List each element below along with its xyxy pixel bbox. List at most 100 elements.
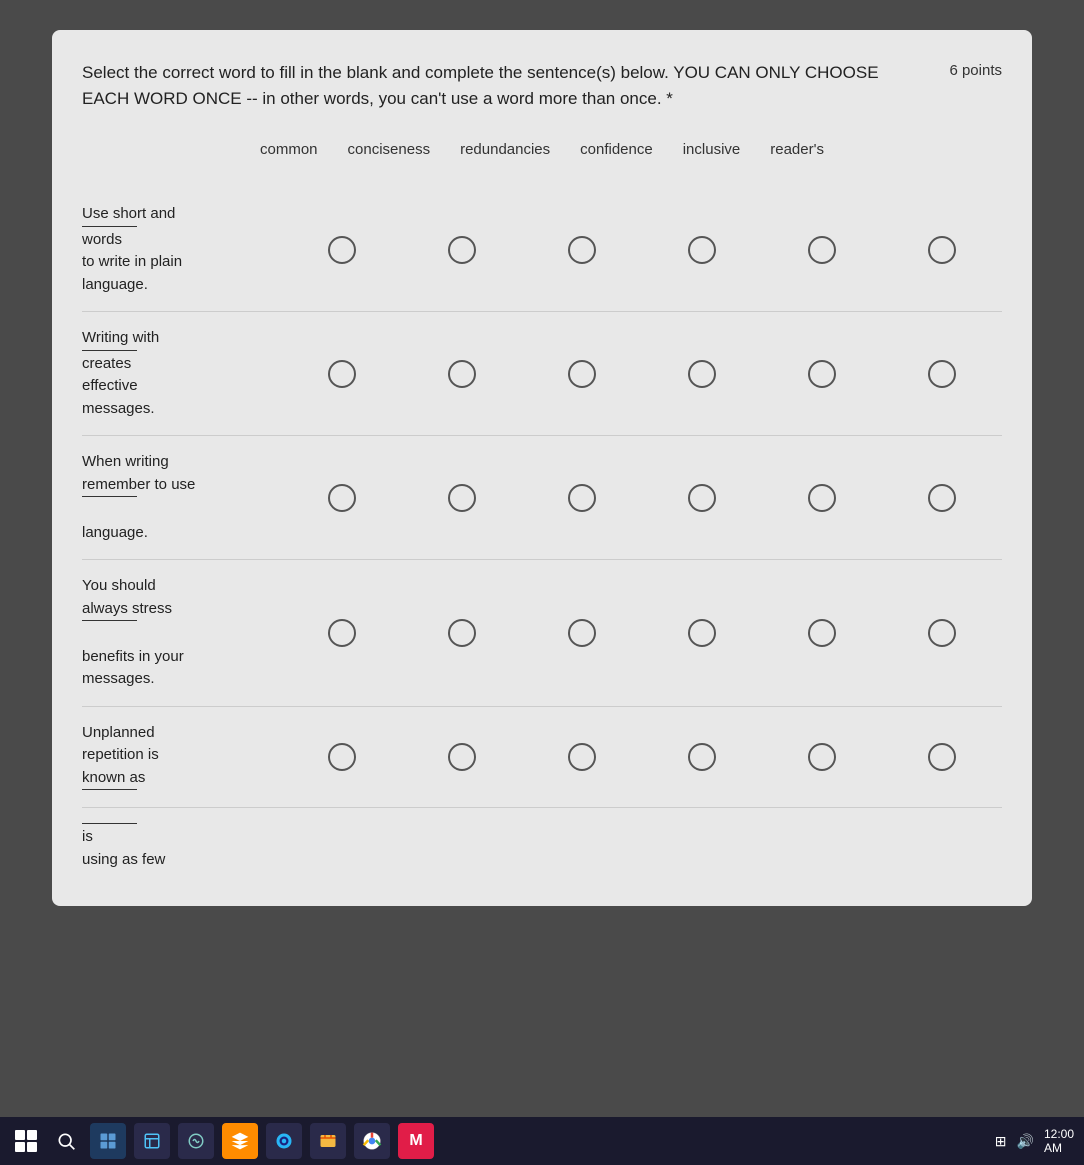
radio-4-3-cell: [522, 560, 642, 707]
radio-6-6-cell: [882, 808, 1002, 886]
taskbar-app-4[interactable]: [222, 1123, 258, 1159]
radio-6-5-cell: [762, 808, 882, 886]
radio-3-3-cell: [522, 436, 642, 560]
network-icon: ⊞: [995, 1133, 1007, 1150]
radio-2-3-cell: [522, 312, 642, 436]
word-readers: reader's: [770, 141, 824, 158]
radio-5-confidence[interactable]: [688, 743, 716, 771]
taskbar-app-m[interactable]: M: [398, 1123, 434, 1159]
word-inclusive: inclusive: [683, 141, 741, 158]
radio-4-inclusive[interactable]: [808, 619, 836, 647]
radio-5-5-cell: [762, 707, 882, 809]
radio-3-readers[interactable]: [928, 484, 956, 512]
sentence-2: Writing with creates effective messages.: [82, 312, 282, 436]
radio-5-3-cell: [522, 707, 642, 809]
radio-5-redundancies[interactable]: [568, 743, 596, 771]
radio-3-conciseness[interactable]: [448, 484, 476, 512]
radio-2-5-cell: [762, 312, 882, 436]
points-label: 6 points: [949, 62, 1002, 79]
radio-1-6-cell: [882, 188, 1002, 312]
taskbar: M ⊞ 🔊 12:00AM: [0, 1117, 1084, 1165]
clock: 12:00AM: [1044, 1127, 1074, 1155]
word-bank: common conciseness redundancies confiden…: [82, 131, 1002, 168]
radio-2-redundancies[interactable]: [568, 360, 596, 388]
radio-6-2-cell: [402, 808, 522, 886]
search-taskbar-button[interactable]: [50, 1125, 82, 1157]
radio-4-common[interactable]: [328, 619, 356, 647]
radio-2-common[interactable]: [328, 360, 356, 388]
radio-4-redundancies[interactable]: [568, 619, 596, 647]
sentence-1: Use short and words to write in plain la…: [82, 188, 282, 312]
radio-5-2-cell: [402, 707, 522, 809]
radio-4-4-cell: [642, 560, 762, 707]
radio-4-confidence[interactable]: [688, 619, 716, 647]
taskbar-app-1[interactable]: [90, 1123, 126, 1159]
radio-2-6-cell: [882, 312, 1002, 436]
radio-1-2-cell: [402, 188, 522, 312]
radio-6-3-cell: [522, 808, 642, 886]
radio-3-5-cell: [762, 436, 882, 560]
sentence-4: You should always stress benefits in you…: [82, 560, 282, 707]
radio-6-4-cell: [642, 808, 762, 886]
radio-4-6-cell: [882, 560, 1002, 707]
radio-3-redundancies[interactable]: [568, 484, 596, 512]
radio-1-inclusive[interactable]: [808, 236, 836, 264]
radio-5-6-cell: [882, 707, 1002, 809]
radio-2-confidence[interactable]: [688, 360, 716, 388]
radio-2-2-cell: [402, 312, 522, 436]
radio-1-5-cell: [762, 188, 882, 312]
radio-1-common[interactable]: [328, 236, 356, 264]
question-header: Select the correct word to fill in the b…: [82, 60, 1002, 111]
word-common: common: [260, 141, 318, 158]
radio-3-1-cell: [282, 436, 402, 560]
radio-2-conciseness[interactable]: [448, 360, 476, 388]
radio-1-1-cell: [282, 188, 402, 312]
taskbar-app-6[interactable]: [310, 1123, 346, 1159]
radio-2-readers[interactable]: [928, 360, 956, 388]
taskbar-app-3[interactable]: [178, 1123, 214, 1159]
radio-1-confidence[interactable]: [688, 236, 716, 264]
windows-start-button[interactable]: [10, 1125, 42, 1157]
sentence-6: is using as few: [82, 808, 282, 886]
radio-2-4-cell: [642, 312, 762, 436]
question-text: Select the correct word to fill in the b…: [82, 60, 902, 111]
radio-3-confidence[interactable]: [688, 484, 716, 512]
word-conciseness: conciseness: [348, 141, 431, 158]
radio-5-conciseness[interactable]: [448, 743, 476, 771]
radio-1-4-cell: [642, 188, 762, 312]
radio-4-5-cell: [762, 560, 882, 707]
radio-4-readers[interactable]: [928, 619, 956, 647]
radio-3-6-cell: [882, 436, 1002, 560]
taskbar-app-2[interactable]: [134, 1123, 170, 1159]
sentence-5: Unplanned repetition is known as: [82, 707, 282, 809]
radio-1-conciseness[interactable]: [448, 236, 476, 264]
radio-5-inclusive[interactable]: [808, 743, 836, 771]
radio-6-1-cell: [282, 808, 402, 886]
radio-1-redundancies[interactable]: [568, 236, 596, 264]
radio-3-common[interactable]: [328, 484, 356, 512]
sentence-3: When writing remember to use language.: [82, 436, 282, 560]
radio-3-4-cell: [642, 436, 762, 560]
question-card: Select the correct word to fill in the b…: [52, 30, 1032, 906]
radio-5-1-cell: [282, 707, 402, 809]
radio-3-inclusive[interactable]: [808, 484, 836, 512]
radio-5-common[interactable]: [328, 743, 356, 771]
radio-4-conciseness[interactable]: [448, 619, 476, 647]
taskbar-app-5[interactable]: [266, 1123, 302, 1159]
word-redundancies: redundancies: [460, 141, 550, 158]
radio-5-readers[interactable]: [928, 743, 956, 771]
volume-icon: 🔊: [1017, 1133, 1034, 1150]
radio-1-3-cell: [522, 188, 642, 312]
radio-4-1-cell: [282, 560, 402, 707]
taskbar-app-chrome[interactable]: [354, 1123, 390, 1159]
radio-1-readers[interactable]: [928, 236, 956, 264]
answer-grid: Use short and words to write in plain la…: [82, 188, 1002, 886]
radio-4-2-cell: [402, 560, 522, 707]
radio-2-1-cell: [282, 312, 402, 436]
taskbar-left: M: [10, 1123, 434, 1159]
radio-3-2-cell: [402, 436, 522, 560]
radio-2-inclusive[interactable]: [808, 360, 836, 388]
taskbar-right: ⊞ 🔊 12:00AM: [995, 1127, 1074, 1155]
word-confidence: confidence: [580, 141, 653, 158]
radio-5-4-cell: [642, 707, 762, 809]
